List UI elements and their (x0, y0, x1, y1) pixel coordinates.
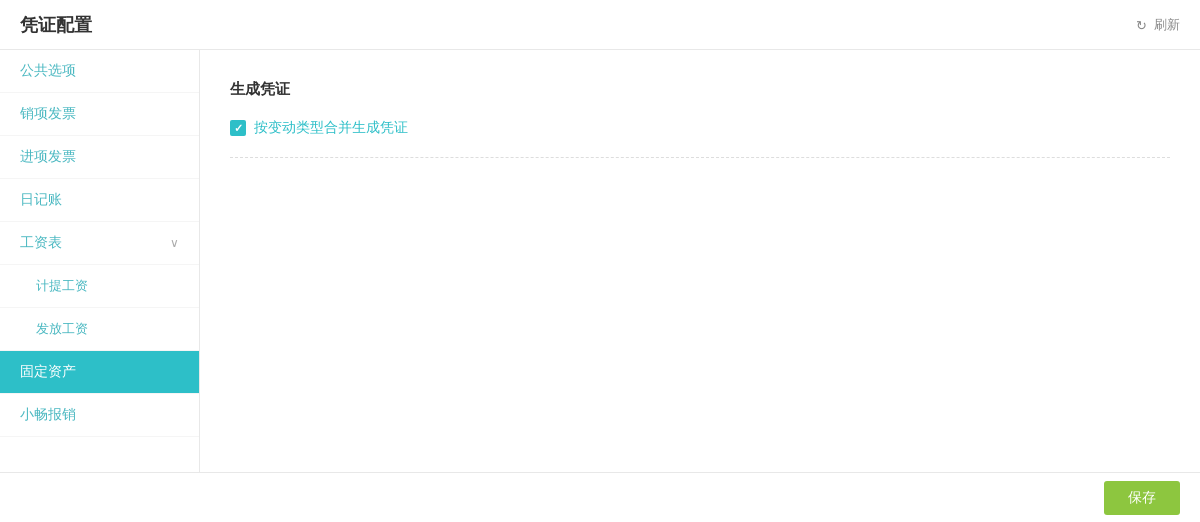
refresh-button[interactable]: ↻ 刷新 (1136, 16, 1180, 34)
section-title: 生成凭证 (230, 80, 1170, 99)
sidebar-item-expense-report[interactable]: 小畅报销 (0, 394, 199, 437)
sidebar-item-payroll-distribute[interactable]: 发放工资 (0, 308, 199, 351)
main-container: 公共选项销项发票进项发票日记账工资表 ∨ 计提工资发放工资固定资产小畅报销 生成凭证… (0, 50, 1200, 472)
sidebar: 公共选项销项发票进项发票日记账工资表 ∨ 计提工资发放工资固定资产小畅报销 (0, 50, 200, 472)
sidebar-item-label: 进项发票 (20, 148, 76, 166)
sidebar-item-label: 销项发票 (20, 105, 76, 123)
footer: 保存 (0, 472, 1200, 522)
sidebar-item-purchase-invoice[interactable]: 进项发票 (0, 136, 199, 179)
sidebar-item-journal[interactable]: 日记账 (0, 179, 199, 222)
refresh-label: 刷新 (1154, 16, 1180, 34)
sidebar-item-label: 小畅报销 (20, 406, 76, 424)
divider (230, 157, 1170, 158)
merge-checkbox[interactable] (230, 120, 246, 136)
page-title: 凭证配置 (20, 13, 92, 37)
sidebar-item-payroll[interactable]: 工资表 ∨ (0, 222, 199, 265)
checkbox-label[interactable]: 按变动类型合并生成凭证 (254, 119, 408, 137)
sidebar-item-label: 日记账 (20, 191, 62, 209)
sidebar-item-label: 工资表 (20, 234, 62, 252)
sidebar-item-public-options[interactable]: 公共选项 (0, 50, 199, 93)
sidebar-item-payroll-calculate[interactable]: 计提工资 (0, 265, 199, 308)
sidebar-item-label: 公共选项 (20, 62, 76, 80)
sidebar-item-label: 固定资产 (20, 363, 76, 381)
sidebar-item-sales-invoice[interactable]: 销项发票 (0, 93, 199, 136)
content-area: 生成凭证 按变动类型合并生成凭证 (200, 50, 1200, 472)
refresh-icon: ↻ (1136, 18, 1150, 32)
page-header: 凭证配置 ↻ 刷新 (0, 0, 1200, 50)
checkbox-row: 按变动类型合并生成凭证 (230, 119, 1170, 137)
save-button[interactable]: 保存 (1104, 481, 1180, 515)
sidebar-item-label: 计提工资 (36, 277, 88, 295)
sidebar-item-label: 发放工资 (36, 320, 88, 338)
sidebar-item-fixed-assets[interactable]: 固定资产 (0, 351, 199, 394)
chevron-down-icon: ∨ (170, 236, 179, 250)
